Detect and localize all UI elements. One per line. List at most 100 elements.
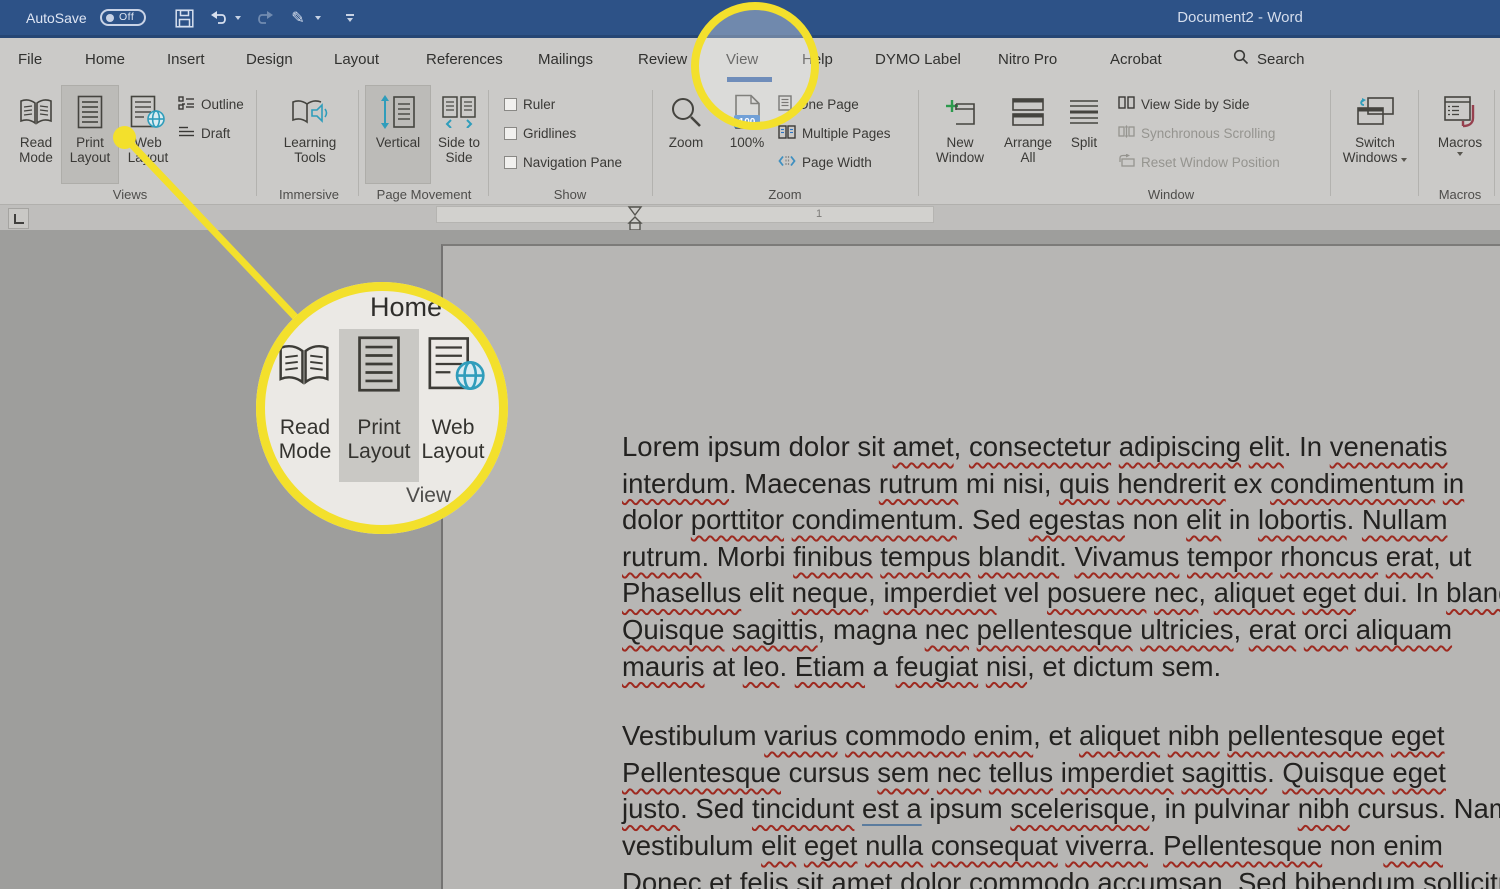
group-separator: [1418, 90, 1419, 196]
vertical-button[interactable]: Vertical: [366, 86, 430, 183]
document-title: Document2 - Word: [1050, 0, 1430, 35]
spelling-error-word: viverra: [1065, 830, 1148, 861]
undo-icon[interactable]: [208, 7, 232, 29]
text-line: interdum. Maecenas rutrum mi nisi, quis …: [622, 466, 1500, 503]
horizontal-ruler[interactable]: [436, 206, 934, 223]
spelling-error-word: pellentesque: [977, 614, 1133, 645]
ink-dropdown-icon[interactable]: [312, 7, 324, 29]
tab-references[interactable]: References: [426, 51, 503, 68]
spelling-error-word: amet: [893, 431, 954, 462]
group-separator: [1330, 90, 1331, 196]
autosave-toggle[interactable]: Off: [100, 9, 146, 26]
views-group-label: Views: [90, 187, 170, 202]
group-separator: [256, 90, 257, 196]
synchronous-scrolling-label: Synchronous Scrolling: [1141, 126, 1275, 141]
spelling-error-word: tempus: [880, 541, 970, 572]
arrange-all-button[interactable]: Arrange All: [998, 86, 1058, 183]
tab-insert[interactable]: Insert: [167, 51, 205, 68]
search-icon: [1233, 49, 1249, 69]
split-icon: [1069, 91, 1099, 133]
macros-button[interactable]: Macros: [1428, 86, 1492, 183]
tab-dymo-label[interactable]: DYMO Label: [875, 51, 961, 68]
split-button[interactable]: Split: [1062, 86, 1106, 183]
ruler-checkbox[interactable]: Ruler: [504, 92, 555, 116]
new-window-label: New Window: [930, 135, 990, 165]
spelling-error-word: eget: [1391, 720, 1445, 751]
web-layout-icon: [426, 334, 488, 394]
customize-quick-access-icon[interactable]: [338, 7, 362, 29]
spelling-error-word: adipiscing: [1119, 431, 1241, 462]
view-side-by-side-button[interactable]: View Side by Side: [1118, 92, 1250, 116]
zoom-label: Zoom: [669, 135, 704, 150]
outline-button[interactable]: Outline: [178, 92, 244, 116]
spelling-error-word: rhoncus: [1280, 541, 1378, 572]
tab-file[interactable]: File: [18, 51, 42, 68]
spelling-error-word: in: [1443, 468, 1464, 499]
gridlines-checkbox[interactable]: Gridlines: [504, 121, 576, 145]
learning-tools-label: Learning Tools: [272, 135, 348, 165]
macros-label: Macros: [1438, 135, 1482, 150]
text-line: Lorem ipsum dolor sit amet, consectetur …: [622, 429, 1500, 466]
new-window-button[interactable]: New Window: [930, 86, 990, 183]
checkbox-icon: [504, 98, 517, 111]
spelling-error-word: aliquet: [1079, 720, 1160, 751]
spelling-error-word: sagittis: [1181, 757, 1267, 788]
navigation-pane-checkbox[interactable]: Navigation Pane: [504, 150, 622, 174]
switch-windows-button[interactable]: Switch Windows: [1336, 86, 1414, 183]
tab-mailings[interactable]: Mailings: [538, 51, 593, 68]
spelling-error-word: hendrerit: [1117, 468, 1226, 499]
multiple-pages-button[interactable]: Multiple Pages: [778, 121, 891, 145]
spelling-error-word: nec: [937, 757, 981, 788]
outline-label: Outline: [201, 97, 244, 112]
spelling-error-word: imperdiet: [883, 577, 996, 608]
tab-design[interactable]: Design: [246, 51, 293, 68]
immersive-group-label: Immersive: [266, 187, 352, 202]
outline-icon: [178, 96, 195, 113]
callout-anchor-dot: [113, 126, 136, 149]
side-to-side-label: Side to Side: [434, 135, 484, 165]
draft-label: Draft: [201, 126, 230, 141]
undo-dropdown-icon[interactable]: [232, 7, 244, 29]
tab-review[interactable]: Review: [638, 51, 687, 68]
spelling-error-word: leo: [743, 651, 780, 682]
ruler-zone: 1: [0, 205, 1500, 230]
page-width-button[interactable]: Page Width: [778, 150, 872, 174]
spelling-error-word: ultricies: [1140, 614, 1233, 645]
learning-tools-button[interactable]: Learning Tools: [272, 86, 348, 183]
tab-nitro-pro[interactable]: Nitro Pro: [998, 51, 1057, 68]
callout-magnifier-circle: Home Read Mode Print Layout Web Layout V…: [256, 282, 508, 534]
print-layout-icon: [354, 332, 404, 396]
read-mode-button[interactable]: Read Mode: [12, 86, 60, 183]
spelling-error-word: condimentum: [792, 504, 957, 535]
spelling-error-word: mauris: [622, 651, 705, 682]
draft-button[interactable]: Draft: [178, 121, 230, 145]
text-line: Phasellus elit neque, imperdiet vel posu…: [622, 575, 1500, 612]
search-control[interactable]: Search: [1233, 49, 1305, 69]
spelling-error-word: quis: [1059, 468, 1109, 499]
read-mode-label: Read Mode: [12, 135, 60, 165]
save-icon[interactable]: [172, 7, 196, 29]
redo-icon[interactable]: [252, 7, 276, 29]
gridlines-label: Gridlines: [523, 126, 576, 141]
ink-pen-icon[interactable]: ✎: [286, 7, 310, 29]
tab-acrobat[interactable]: Acrobat: [1110, 51, 1162, 68]
tab-layout[interactable]: Layout: [334, 51, 379, 68]
spelling-error-word: orci: [1304, 614, 1348, 645]
spelling-error-word: lobortis: [1258, 504, 1347, 535]
tab-selector-icon[interactable]: [8, 208, 29, 229]
spelling-error-word: sem: [877, 757, 929, 788]
document-text[interactable]: Lorem ipsum dolor sit amet, consectetur …: [622, 429, 1500, 889]
spelling-error-word: aliquet: [1214, 577, 1295, 608]
spelling-error-word: Quisque: [1282, 757, 1384, 788]
tab-home[interactable]: Home: [85, 51, 125, 68]
read-mode-icon: [18, 91, 54, 133]
zoom-group-label: Zoom: [720, 187, 850, 202]
arrange-all-icon: [1012, 91, 1044, 133]
side-to-side-button[interactable]: Side to Side: [434, 86, 484, 183]
page-width-icon: [778, 154, 796, 171]
arrange-all-label: Arrange All: [998, 135, 1058, 165]
paragraph[interactable]: Vestibulum varius commodo enim, et aliqu…: [622, 718, 1500, 889]
print-layout-button[interactable]: Print Layout: [62, 86, 118, 183]
paragraph[interactable]: Lorem ipsum dolor sit amet, consectetur …: [622, 429, 1500, 685]
switch-windows-label: Switch Windows: [1336, 135, 1414, 165]
